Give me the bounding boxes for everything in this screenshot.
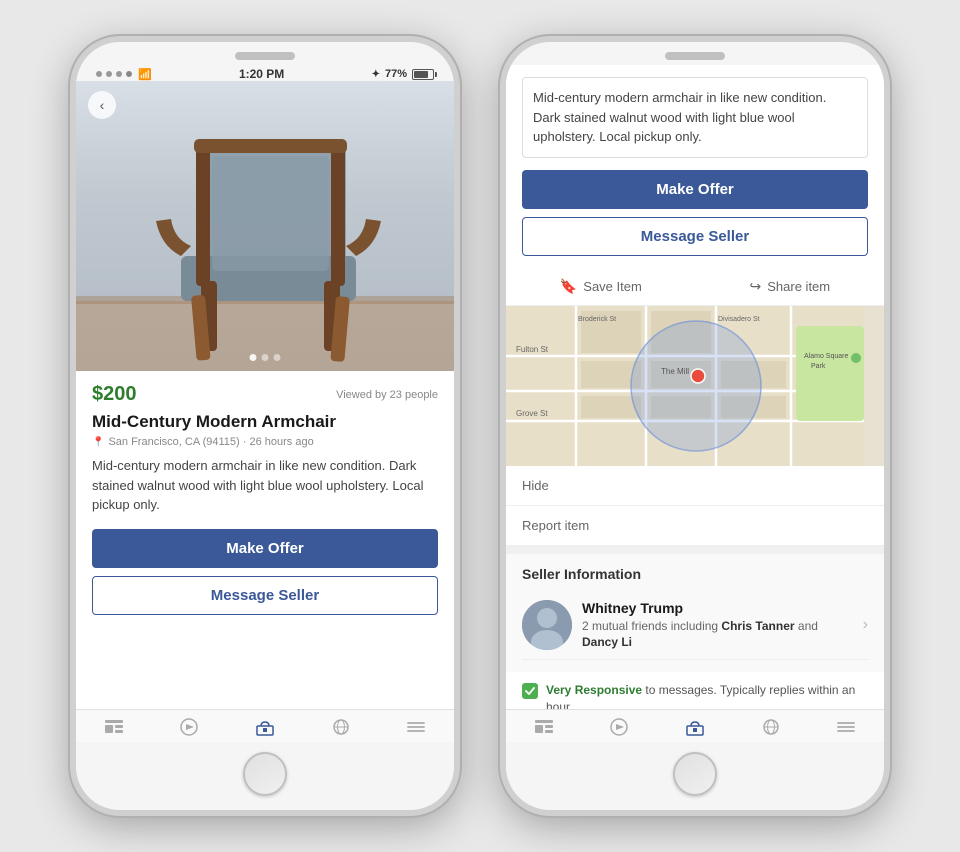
make-offer-button-1[interactable]: Make Offer [92,529,438,568]
price-row: $200 Viewed by 23 people [92,383,438,406]
svg-text:Fulton St: Fulton St [516,345,549,354]
tab-menu-2[interactable] [835,718,857,736]
seller-name: Whitney Trump [582,600,853,616]
save-item-btn[interactable]: 🔖 Save Item [560,278,642,295]
save-label: Save Item [583,279,642,294]
product-description-2: Mid-century modern armchair in like new … [522,77,868,158]
tab-menu-1[interactable] [405,718,427,736]
phone-bottom-2 [506,742,884,810]
status-bar-1: 📶 1:20 PM ✦ 77% [76,65,454,81]
phone-bottom-1 [76,742,454,810]
product-price: $200 [92,383,137,406]
signal-dot-3 [116,71,122,77]
signal-dot-4 [126,71,132,77]
status-time: 1:20 PM [239,67,284,81]
status-left-1: 📶 [96,68,152,81]
report-button[interactable]: Report item [506,506,884,546]
signal-dot-2 [106,71,112,77]
product-content: $200 Viewed by 23 people Mid-Century Mod… [76,371,454,709]
dot-1 [250,354,257,361]
svg-text:The Mill: The Mill [661,367,689,376]
bookmark-icon: 🔖 [560,278,577,295]
share-item-btn[interactable]: ↪ Share item [750,278,831,295]
phone2-content: Mid-century modern armchair in like new … [506,65,884,709]
location-icon: 📍 [92,437,104,448]
tab-bar-1 [76,709,454,742]
tab-globe-2[interactable] [760,718,782,736]
hide-button[interactable]: Hide [506,466,884,506]
tab-news-1[interactable] [103,718,125,736]
responsive-row: Very Responsive to messages. Typically r… [506,672,884,709]
phone2-screen: Mid-century modern armchair in like new … [506,65,884,742]
product-description: Mid-century modern armchair in like new … [92,456,438,515]
mutual-text: 2 mutual friends including [582,619,718,633]
product-image: ‹ [76,81,454,371]
save-share-row: 🔖 Save Item ↪ Share item [506,268,884,306]
product-title: Mid-Century Modern Armchair [92,412,438,432]
dot-2 [262,354,269,361]
home-button-1[interactable] [243,752,287,796]
phone-top-1 [76,42,454,65]
responsive-icon [522,683,538,699]
seller-info: Whitney Trump 2 mutual friends including… [582,600,853,652]
speaker-2 [665,52,725,60]
tab-bar-2 [506,709,884,742]
tab-video-2[interactable] [608,718,630,736]
chair-background: ‹ [76,81,454,371]
phone-1: 📶 1:20 PM ✦ 77% [70,36,460,816]
viewed-count: Viewed by 23 people [336,389,438,401]
dot-3 [274,354,281,361]
signal-dot-1 [96,71,102,77]
seller-avatar [522,600,572,650]
bluetooth-icon: ✦ [372,69,380,80]
make-offer-button-2[interactable]: Make Offer [522,170,868,209]
battery-percent: 77% [385,68,407,80]
phone1-screen: ‹ $200 Viewed by 23 people Mid-Century M… [76,81,454,742]
mutual-friend1: Chris Tanner [721,619,794,633]
chevron-right-icon: › [863,616,868,634]
battery-icon [412,69,434,80]
message-seller-button-2[interactable]: Message Seller [522,217,868,256]
svg-text:Alamo Square: Alamo Square [804,353,848,360]
map-container[interactable]: Fulton St Grove St Broderick St Divisade… [506,306,884,466]
share-icon: ↪ [750,278,762,295]
svg-text:Park: Park [811,363,826,370]
seller-section-title: Seller Information [522,566,868,582]
seller-mutual: 2 mutual friends including Chris Tanner … [582,618,853,652]
speaker-1 [235,52,295,60]
mutual-join: and [798,619,818,633]
message-seller-button-1[interactable]: Message Seller [92,576,438,615]
svg-text:Divisadero St: Divisadero St [718,316,760,323]
image-dots [250,354,281,361]
responsive-text: Very Responsive to messages. Typically r… [546,682,868,709]
product-meta: 📍 San Francisco, CA (94115) · 26 hours a… [92,436,438,448]
home-button-2[interactable] [673,752,717,796]
tab-marketplace-2[interactable] [684,718,706,736]
tab-news-2[interactable] [533,718,555,736]
mutual-friend2: Dancy Li [582,635,632,649]
section-divider [506,546,884,554]
back-button[interactable]: ‹ [88,91,116,119]
share-label: Share item [767,279,830,294]
svg-text:Grove St: Grove St [516,409,548,418]
tab-marketplace-1[interactable] [254,718,276,736]
tab-globe-1[interactable] [330,718,352,736]
product-location: San Francisco, CA (94115) · 26 hours ago [108,436,313,448]
description-section: Mid-century modern armchair in like new … [506,65,884,268]
seller-row[interactable]: Whitney Trump 2 mutual friends including… [522,592,868,661]
phone-2: Mid-century modern armchair in like new … [500,36,890,816]
phone-top-2 [506,42,884,65]
svg-text:Broderick St: Broderick St [578,316,616,323]
seller-section: Seller Information Whitney Trump 2 [506,554,884,673]
tab-video-1[interactable] [178,718,200,736]
wifi-icon: 📶 [138,68,152,81]
responsive-status: Very Responsive [546,683,642,697]
status-right-1: ✦ 77% [372,68,434,80]
